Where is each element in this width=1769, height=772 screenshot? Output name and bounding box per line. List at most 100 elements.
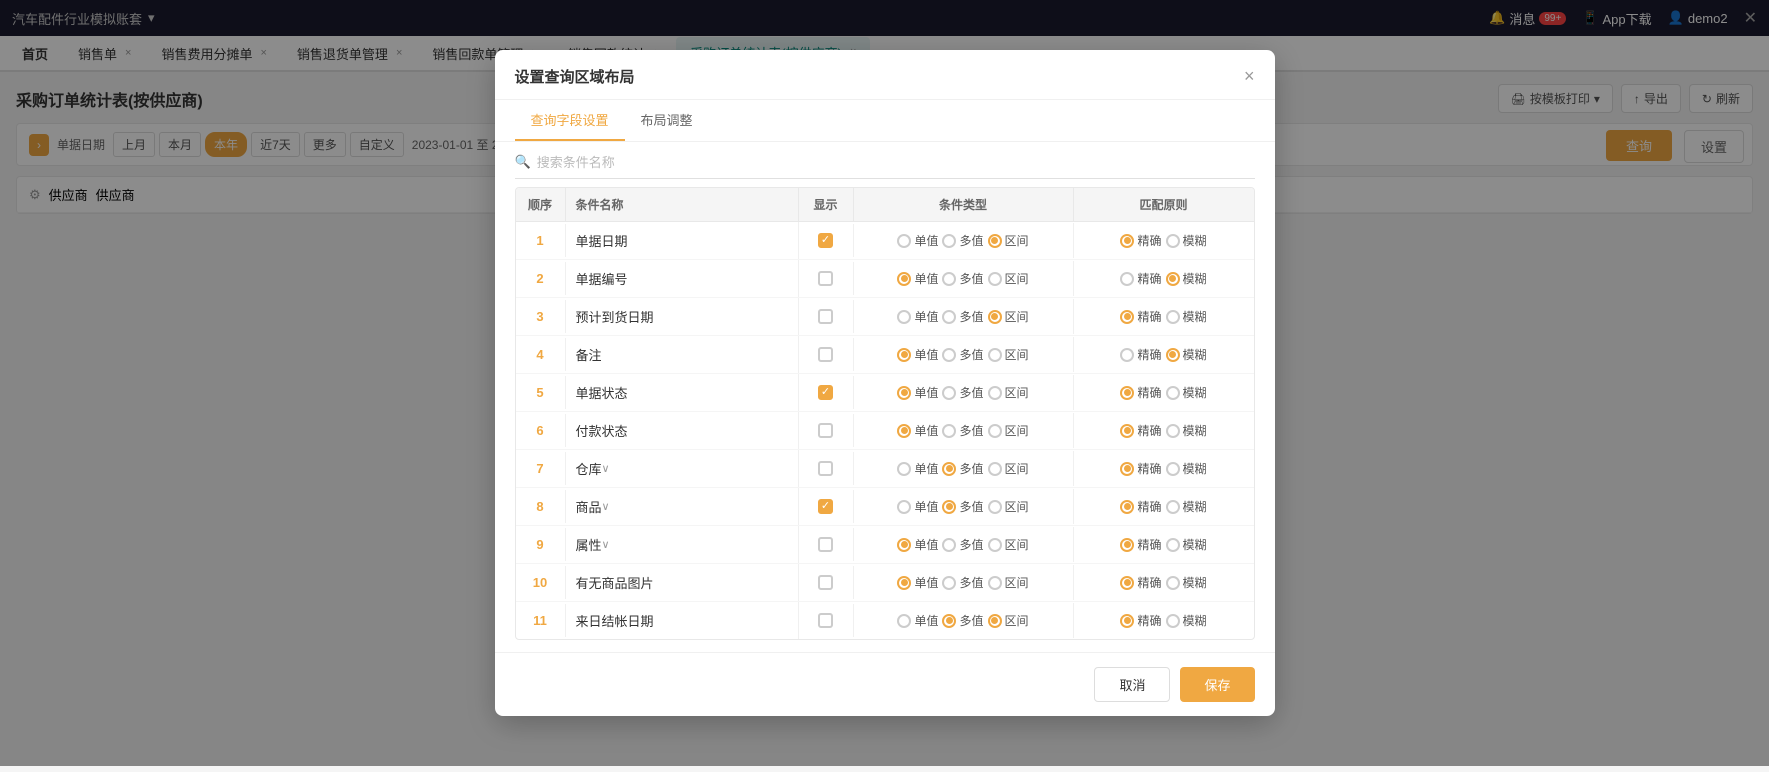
radio-type-single[interactable]: 单值 [897, 422, 938, 439]
radio-match-exact[interactable]: 精确 [1120, 384, 1161, 401]
radio-type-range[interactable]: 区间 [988, 536, 1029, 553]
cancel-button[interactable]: 取消 [1094, 667, 1170, 702]
radio-match-fuzzy[interactable]: 模糊 [1166, 232, 1207, 249]
radio-circle-type-single [897, 348, 911, 362]
radio-match-exact[interactable]: 精确 [1120, 612, 1161, 629]
cell-type: 单值多值 区间 [854, 413, 1074, 448]
radio-type-multi[interactable]: 多值 [942, 460, 983, 477]
radio-label-match-fuzzy: 模糊 [1183, 460, 1207, 477]
display-checkbox[interactable] [818, 309, 833, 324]
radio-type-range[interactable]: 区间 [988, 308, 1029, 325]
cell-match: 精确模糊 [1074, 337, 1254, 372]
dropdown-arrow-icon[interactable]: ∨ [602, 462, 610, 475]
radio-type-single[interactable]: 单值 [897, 574, 938, 591]
radio-type-range[interactable]: 区间 [988, 422, 1029, 439]
radio-label-type-range: 区间 [1005, 422, 1029, 439]
radio-match-fuzzy[interactable]: 模糊 [1166, 612, 1207, 629]
radio-match-exact[interactable]: 精确 [1120, 574, 1161, 591]
dropdown-arrow-icon[interactable]: ∨ [602, 500, 610, 513]
radio-match-fuzzy[interactable]: 模糊 [1166, 308, 1207, 325]
cell-type: 单值多值区间 [854, 337, 1074, 372]
radio-type-multi[interactable]: 多值 [942, 384, 983, 401]
radio-match-fuzzy[interactable]: 模糊 [1166, 460, 1207, 477]
radio-match-fuzzy[interactable]: 模糊 [1166, 346, 1207, 363]
display-checkbox[interactable] [818, 537, 833, 552]
radio-type-single[interactable]: 单值 [897, 346, 938, 363]
display-checkbox[interactable] [818, 347, 833, 362]
radio-type-single[interactable]: 单值 [897, 536, 938, 553]
dialog-close-button[interactable]: × [1244, 66, 1255, 87]
radio-match-exact[interactable]: 精确 [1120, 460, 1161, 477]
radio-match-fuzzy[interactable]: 模糊 [1166, 498, 1207, 515]
radio-type-multi[interactable]: 多值 [942, 422, 983, 439]
radio-match-exact[interactable]: 精确 [1120, 232, 1161, 249]
radio-type-single[interactable]: 单值 [897, 460, 938, 477]
display-checkbox[interactable] [818, 575, 833, 590]
dialog-tab-query-fields[interactable]: 查询字段设置 [515, 100, 625, 141]
radio-match-fuzzy[interactable]: 模糊 [1166, 536, 1207, 553]
dialog-tab-layout[interactable]: 布局调整 [625, 100, 709, 141]
radio-match-fuzzy[interactable]: 模糊 [1166, 384, 1207, 401]
display-checkbox[interactable] [818, 271, 833, 286]
radio-match-exact[interactable]: 精确 [1120, 270, 1161, 287]
radio-match-exact[interactable]: 精确 [1120, 346, 1161, 363]
radio-type-multi[interactable]: 多值 [942, 308, 983, 325]
radio-match-fuzzy[interactable]: 模糊 [1166, 574, 1207, 591]
radio-label-match-fuzzy: 模糊 [1183, 612, 1207, 629]
radio-match-exact[interactable]: 精确 [1120, 498, 1161, 515]
cell-display [799, 224, 854, 257]
radio-circle-match-exact [1120, 538, 1134, 552]
display-checkbox[interactable] [818, 233, 833, 248]
display-checkbox[interactable] [818, 461, 833, 476]
radio-type-range[interactable]: 区间 [988, 232, 1029, 249]
radio-type-multi[interactable]: 多值 [942, 498, 983, 515]
radio-type-single[interactable]: 单值 [897, 308, 938, 325]
radio-circle-type-single [897, 424, 911, 438]
dropdown-arrow-icon[interactable]: ∨ [602, 538, 610, 551]
radio-match-exact[interactable]: 精确 [1120, 422, 1161, 439]
radio-type-multi[interactable]: 多值 [942, 536, 983, 553]
radio-type-single[interactable]: 单值 [897, 498, 938, 515]
radio-type-single[interactable]: 单值 [897, 612, 938, 629]
radio-type-multi[interactable]: 多值 [942, 574, 983, 591]
cell-name: 属性 ∨ [566, 526, 799, 563]
radio-circle-type-single [897, 576, 911, 590]
radio-label-type-single: 单值 [914, 460, 938, 477]
radio-type-single[interactable]: 单值 [897, 384, 938, 401]
radio-type-range[interactable]: 区间 [988, 384, 1029, 401]
dialog-title: 设置查询区域布局 [515, 66, 635, 87]
radio-type-single[interactable]: 单值 [897, 270, 938, 287]
radio-circle-type-range [988, 500, 1002, 514]
radio-type-multi[interactable]: 多值 [942, 612, 983, 629]
radio-circle-type-range [988, 576, 1002, 590]
radio-type-range[interactable]: 区间 [988, 270, 1029, 287]
radio-circle-match-exact [1120, 310, 1134, 324]
radio-type-range[interactable]: 区间 [988, 346, 1029, 363]
radio-match-fuzzy[interactable]: 模糊 [1166, 422, 1207, 439]
table-row: 2单据编号单值多值区间精确模糊 [516, 260, 1254, 298]
radio-type-range[interactable]: 区间 [988, 460, 1029, 477]
radio-match-exact[interactable]: 精确 [1120, 536, 1161, 553]
radio-type-range[interactable]: 区间 [988, 498, 1029, 515]
radio-circle-type-single [897, 386, 911, 400]
radio-type-multi[interactable]: 多值 [942, 346, 983, 363]
radio-type-single[interactable]: 单值 [897, 232, 938, 249]
display-checkbox[interactable] [818, 499, 833, 514]
radio-circle-type-single [897, 310, 911, 324]
cell-order: 11 [516, 604, 566, 637]
radio-type-range[interactable]: 区间 [988, 574, 1029, 591]
radio-type-multi[interactable]: 多值 [942, 270, 983, 287]
radio-type-multi[interactable]: 多值 [942, 232, 983, 249]
radio-type-range[interactable]: 区间 [988, 612, 1029, 629]
display-checkbox[interactable] [818, 423, 833, 438]
search-input[interactable] [537, 155, 737, 170]
cell-order: 2 [516, 262, 566, 295]
save-button[interactable]: 保存 [1180, 667, 1254, 702]
radio-label-type-multi: 多值 [959, 574, 983, 591]
radio-match-fuzzy[interactable]: 模糊 [1166, 270, 1207, 287]
display-checkbox[interactable] [818, 385, 833, 400]
cell-display [799, 262, 854, 295]
display-checkbox[interactable] [818, 613, 833, 628]
radio-match-exact[interactable]: 精确 [1120, 308, 1161, 325]
radio-circle-type-multi [942, 348, 956, 362]
